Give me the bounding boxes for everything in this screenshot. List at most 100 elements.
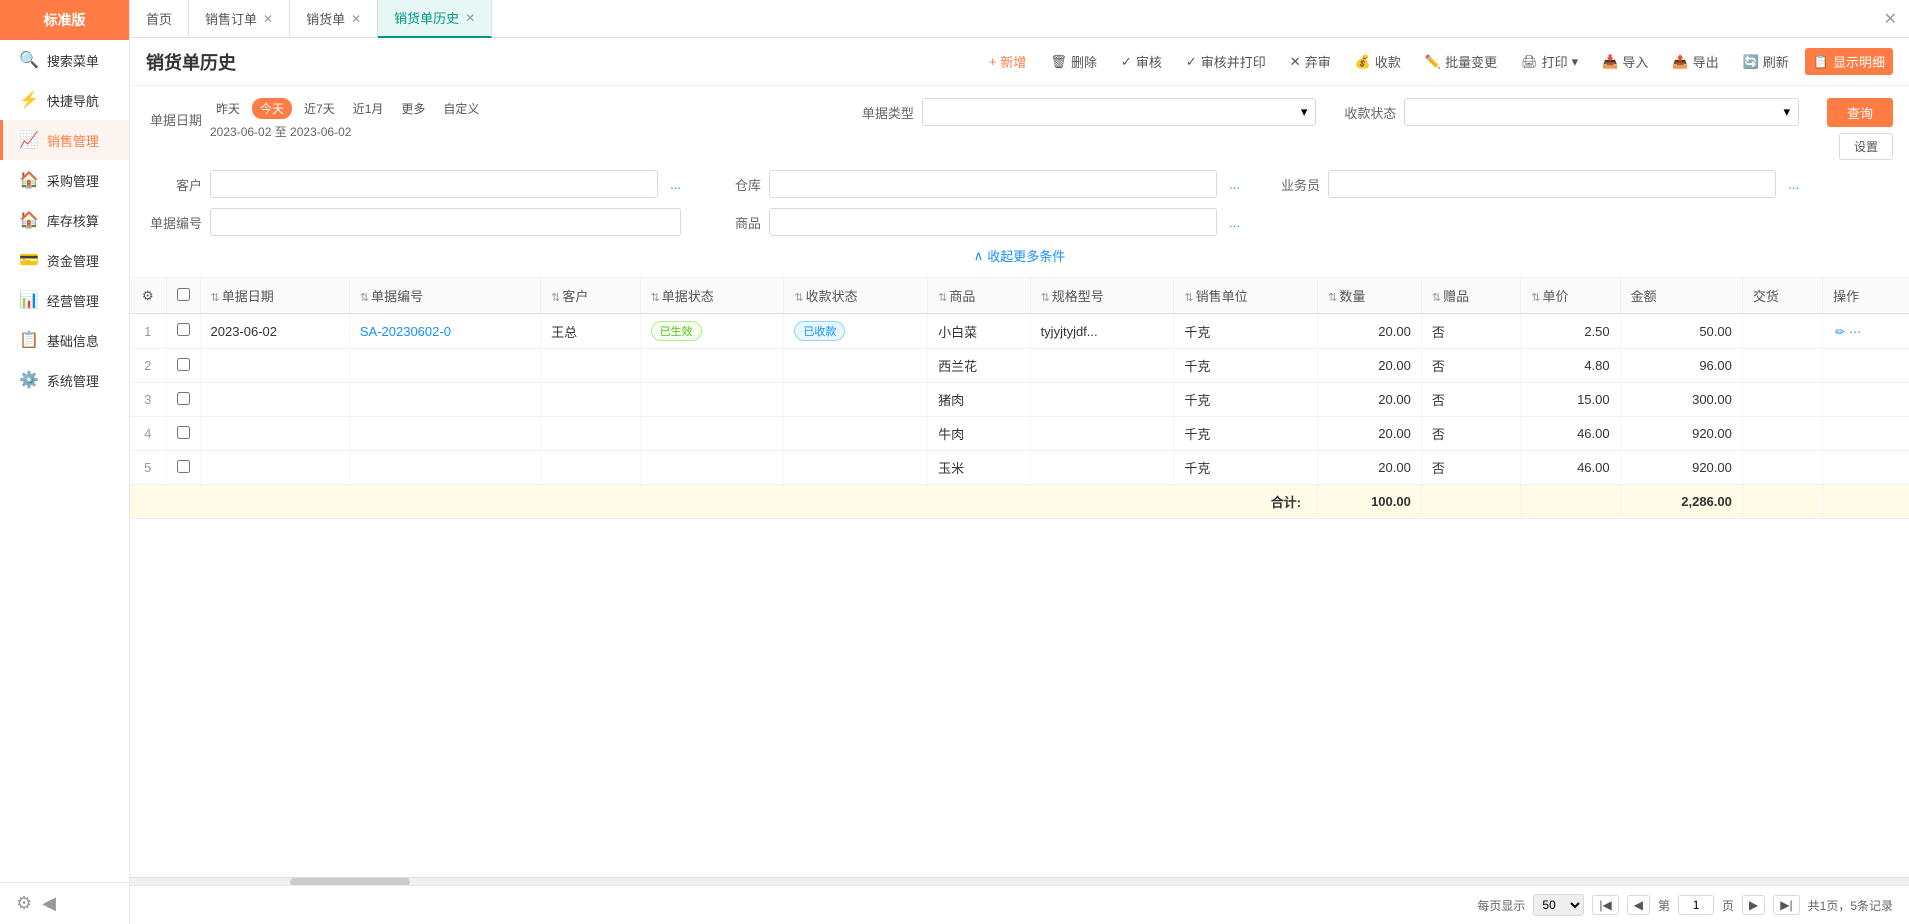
bar-chart-icon: 📊 [19, 290, 39, 310]
action-edit-btn[interactable]: ✏ [1833, 325, 1847, 339]
page-size-select[interactable]: 50 100 200 [1533, 894, 1584, 916]
row-checkbox-cell[interactable] [166, 417, 200, 451]
page-prev-btn[interactable]: ◀ [1627, 895, 1650, 915]
row-gift: 否 [1421, 383, 1520, 417]
receipt-button[interactable]: 💰 收款 [1347, 48, 1409, 75]
date-7days-btn[interactable]: 近7天 [298, 98, 341, 119]
row-check-input[interactable] [177, 392, 190, 405]
row-no[interactable] [349, 383, 540, 417]
row-amount: 96.00 [1620, 349, 1742, 383]
date-range-text: 2023-06-02 至 2023-06-02 [210, 123, 834, 140]
audit-button[interactable]: ✓ 审核 [1113, 48, 1170, 75]
page-number-input[interactable] [1678, 895, 1714, 915]
row-checkbox-cell[interactable] [166, 314, 200, 349]
page-header: 销货单历史 + 新增 🗑 删除 ✓ 审核 ✓ 审核并打印 [130, 38, 1909, 86]
date-yesterday-btn[interactable]: 昨天 [210, 98, 246, 119]
sidebar-item-sales[interactable]: 📈 销售管理 [0, 120, 129, 160]
date-today-btn[interactable]: 今天 [252, 98, 292, 119]
tab-sales-order[interactable]: 销售订单 ✕ [189, 0, 290, 38]
date-more-btn[interactable]: 更多 [395, 98, 431, 119]
payment-status-select[interactable]: ▾ [1404, 98, 1799, 126]
refresh-button[interactable]: 🔄 刷新 [1735, 48, 1797, 75]
tab-sales-slip[interactable]: 销货单 ✕ [290, 0, 378, 38]
import-button[interactable]: 📥 导入 [1594, 48, 1656, 75]
sidebar-item-label: 采购管理 [47, 171, 99, 190]
settings-bottom-icon[interactable]: ⚙ [16, 893, 32, 914]
warehouse-input[interactable] [769, 170, 1217, 198]
row-no[interactable] [349, 451, 540, 485]
page-title: 销货单历史 [146, 49, 236, 75]
page-text: 第 [1658, 897, 1670, 914]
page-first-btn[interactable]: |◀ [1592, 895, 1618, 915]
show-detail-button[interactable]: 📋 显示明细 [1805, 48, 1893, 75]
doc-no-link[interactable]: SA-20230602-0 [360, 324, 451, 339]
product-input[interactable] [769, 208, 1217, 236]
tab-home[interactable]: 首页 [130, 0, 189, 38]
sidebar-item-purchase[interactable]: 🏠 采购管理 [0, 160, 129, 200]
row-no[interactable] [349, 349, 540, 383]
row-amount: 920.00 [1620, 451, 1742, 485]
main-area: 首页 销售订单 ✕ 销货单 ✕ 销货单历史 ✕ ✕ 销货单历史 + 新增 [130, 0, 1909, 924]
sidebar-item-basic[interactable]: 📋 基础信息 [0, 320, 129, 360]
salesperson-ellipsis-btn[interactable]: ... [1788, 177, 1799, 192]
doc-type-label: 单据类型 [858, 103, 914, 122]
row-checkbox-cell[interactable] [166, 451, 200, 485]
sidebar-item-operation[interactable]: 📊 经营管理 [0, 280, 129, 320]
row-no[interactable] [349, 417, 540, 451]
row-unit: 千克 [1174, 417, 1318, 451]
row-check-input[interactable] [177, 358, 190, 371]
row-checkbox-cell[interactable] [166, 349, 200, 383]
scrollbar-area[interactable] [130, 877, 1909, 885]
audit-print-icon: ✓ [1186, 54, 1197, 70]
th-checkbox[interactable] [166, 278, 200, 314]
customer-input[interactable] [210, 170, 658, 198]
page-next-btn[interactable]: ▶ [1742, 895, 1765, 915]
row-check-input[interactable] [177, 323, 190, 336]
action-more-btn[interactable]: ⋯ [1847, 325, 1863, 339]
collapse-sidebar-icon[interactable]: ◀ [42, 893, 56, 914]
query-button[interactable]: 查询 [1827, 98, 1893, 127]
product-ellipsis-btn[interactable]: ... [1229, 215, 1240, 230]
row-check-input[interactable] [177, 426, 190, 439]
customer-label: 客户 [146, 175, 202, 194]
row-customer [541, 417, 640, 451]
sidebar-item-system[interactable]: ⚙️ 系统管理 [0, 360, 129, 400]
customer-ellipsis-btn[interactable]: ... [670, 177, 681, 192]
delete-button[interactable]: 🗑 删除 [1042, 48, 1105, 75]
select-all-checkbox[interactable] [177, 288, 190, 301]
th-settings[interactable]: ⚙ [130, 278, 166, 314]
row-no[interactable]: SA-20230602-0 [349, 314, 540, 349]
sidebar-item-quick[interactable]: ⚡ 快捷导航 [0, 80, 129, 120]
sidebar-item-search[interactable]: 🔍 搜索菜单 [0, 40, 129, 80]
date-1month-btn[interactable]: 近1月 [347, 98, 390, 119]
new-button[interactable]: + 新增 [981, 48, 1035, 75]
page-last-btn[interactable]: ▶| [1773, 895, 1799, 915]
tab-sales-history[interactable]: 销货单历史 ✕ [378, 0, 492, 38]
audit-print-button[interactable]: ✓ 审核并打印 [1178, 48, 1274, 75]
row-price: 46.00 [1521, 451, 1620, 485]
row-checkbox-cell[interactable] [166, 383, 200, 417]
close-sales-history-icon[interactable]: ✕ [465, 11, 475, 25]
doc-no-input[interactable] [210, 208, 681, 236]
sidebar-item-funds[interactable]: 💳 资金管理 [0, 240, 129, 280]
close-sales-slip-icon[interactable]: ✕ [351, 12, 361, 26]
batch-change-button[interactable]: ✏️ 批量变更 [1417, 48, 1505, 75]
unaudit-button[interactable]: ✕ 弃审 [1282, 48, 1339, 75]
row-product: 玉米 [928, 451, 1030, 485]
summary-label: 合计: [130, 485, 1318, 519]
chart-icon: 📈 [19, 130, 39, 150]
doc-type-select[interactable]: ▾ [922, 98, 1317, 126]
sidebar-item-inventory[interactable]: 🏠 库存核算 [0, 200, 129, 240]
salesperson-input[interactable] [1328, 170, 1776, 198]
export-button[interactable]: 📤 导出 [1664, 48, 1726, 75]
close-sales-order-icon[interactable]: ✕ [263, 12, 273, 26]
tab-bar-close-btn[interactable]: ✕ [1872, 9, 1909, 29]
collapse-btn[interactable]: ∧ 收起更多条件 [974, 246, 1066, 265]
row-check-input[interactable] [177, 460, 190, 473]
date-custom-btn[interactable]: 自定义 [437, 98, 485, 119]
sidebar-item-label: 资金管理 [47, 251, 99, 270]
print-button[interactable]: 🖨 打印 ▾ [1513, 48, 1586, 75]
th-customer: ⇅客户 [541, 278, 640, 314]
set-button[interactable]: 设置 [1839, 133, 1893, 160]
warehouse-ellipsis-btn[interactable]: ... [1229, 177, 1240, 192]
